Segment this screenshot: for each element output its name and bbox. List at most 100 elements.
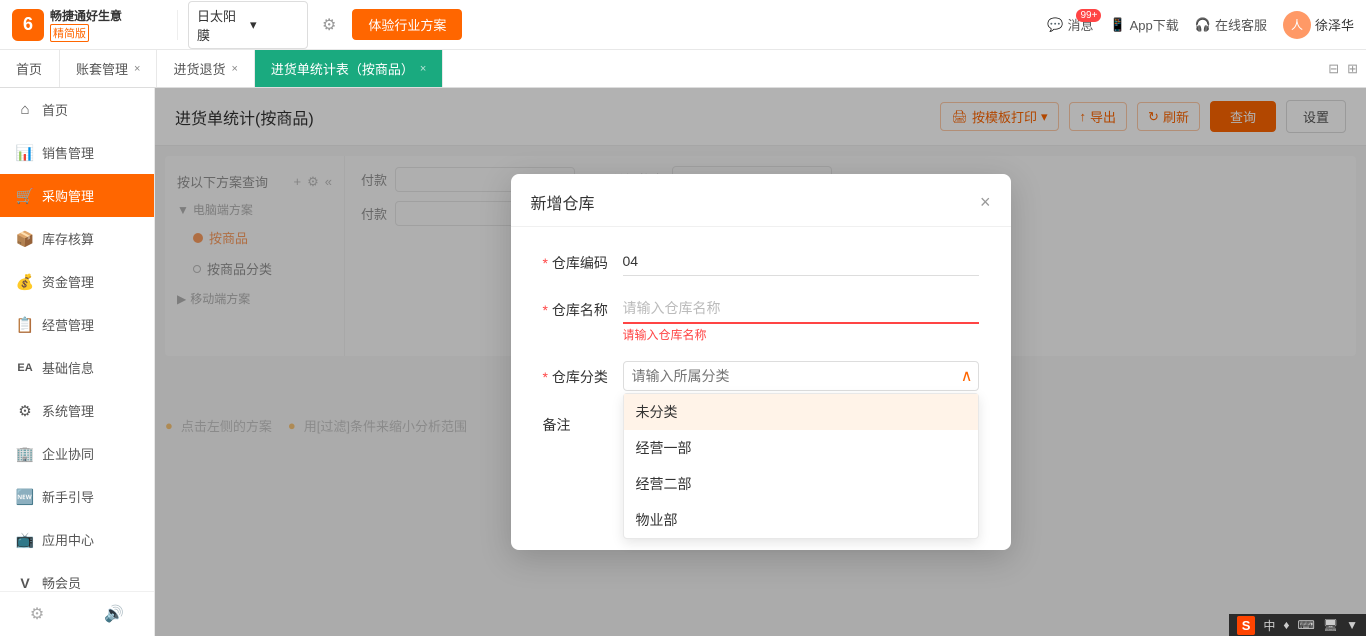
ops-icon: 📋 xyxy=(16,316,34,334)
sidebar-label-system: 系统管理 xyxy=(42,401,94,420)
warehouse-name-label: * 仓库名称 xyxy=(543,294,623,320)
sidebar-label-member: 畅会员 xyxy=(42,573,81,591)
apps-icon: 📺 xyxy=(16,531,34,549)
sidebar-item-basic[interactable]: EA 基础信息 xyxy=(0,346,154,389)
main-layout: ⌂ 首页 📊 销售管理 🛒 采购管理 📦 库存核算 💰 资金管理 📋 经营 xyxy=(0,88,1366,636)
logo-icon: 6 xyxy=(12,9,44,41)
sidebar: ⌂ 首页 📊 销售管理 🛒 采购管理 📦 库存核算 💰 资金管理 📋 经营 xyxy=(0,88,155,636)
notification-area[interactable]: 💬 消息 99+ xyxy=(1047,15,1093,34)
tab-home[interactable]: 首页 xyxy=(0,50,60,87)
category-option-ops2[interactable]: 经营二部 xyxy=(624,466,978,502)
sidebar-item-home[interactable]: ⌂ 首页 xyxy=(0,88,154,131)
purchase-return-tab-label: 进货退货 xyxy=(173,59,225,78)
app-download-label: App下载 xyxy=(1130,15,1179,34)
warehouse-name-input[interactable] xyxy=(623,294,979,324)
guide-icon: 🆕 xyxy=(16,488,34,506)
tabbar: 首页 账套管理 × 进货退货 × 进货单统计表（按商品） × ⊟ ⊞ xyxy=(0,50,1366,88)
category-option-property[interactable]: 物业部 xyxy=(624,502,978,538)
logo-badge: 精简版 xyxy=(50,24,89,42)
tab-accounts[interactable]: 账套管理 × xyxy=(60,50,157,87)
logo-line1: 畅捷通好生意 xyxy=(50,7,122,24)
warehouse-code-input[interactable] xyxy=(623,247,979,276)
headset-icon: 🎧 xyxy=(1195,17,1211,33)
category-toggle-icon[interactable]: ∧ xyxy=(961,366,973,386)
finance-icon: 💰 xyxy=(16,273,34,291)
tab-purchase-return[interactable]: 进货退货 × xyxy=(157,50,254,87)
purchase-stats-tab-close-icon[interactable]: × xyxy=(420,63,426,75)
sidebar-item-guide[interactable]: 🆕 新手引导 xyxy=(0,475,154,518)
content-area: 进货单统计(按商品) 🖨 按模板打印 ▾ ↑ 导出 ↻ 刷新 查询 设置 xyxy=(155,88,1366,636)
home-icon: ⌂ xyxy=(16,101,34,119)
logo-area: 6 畅捷通好生意 精简版 xyxy=(12,7,167,42)
monitor-icon: 🖥 xyxy=(1323,618,1338,632)
warehouse-category-wrap: ∧ 未分类 经营一部 经营二部 物业部 xyxy=(623,361,979,391)
sidebar-item-finance[interactable]: 💰 资金管理 xyxy=(0,260,154,303)
sidebar-item-system[interactable]: ⚙ 系统管理 xyxy=(0,389,154,432)
user-area[interactable]: 人 徐泽华 xyxy=(1283,11,1354,39)
app-download-area[interactable]: 📱 App下载 xyxy=(1109,15,1178,34)
sidebar-label-finance: 资金管理 xyxy=(42,272,94,291)
status-bar: S 中 ♦ ⌨ 🖥 ▼ xyxy=(1229,614,1366,636)
tab-minimize-icon[interactable]: ⊟ xyxy=(1328,61,1339,77)
try-industry-button[interactable]: 体验行业方案 xyxy=(352,9,462,40)
arrow-down-icon: ▼ xyxy=(1346,618,1358,632)
category-option-uncategorized[interactable]: 未分类 xyxy=(624,394,978,430)
member-icon: V xyxy=(16,574,34,592)
sidebar-item-purchase[interactable]: 🛒 采购管理 xyxy=(0,174,154,217)
sidebar-label-corp: 企业协同 xyxy=(42,444,94,463)
accounts-tab-close-icon[interactable]: × xyxy=(134,63,140,75)
sales-icon: 📊 xyxy=(16,144,34,162)
sidebar-sound-icon[interactable]: 🔊 xyxy=(96,600,132,628)
warehouse-name-error: 请输入仓库名称 xyxy=(623,326,979,343)
new-warehouse-dialog: 新增仓库 × * 仓库编码 xyxy=(511,174,1011,550)
tab-expand-icon[interactable]: ⊞ xyxy=(1347,61,1358,77)
sidebar-item-inventory[interactable]: 📦 库存核算 xyxy=(0,217,154,260)
sidebar-bottom: ⚙ 🔊 xyxy=(0,591,154,636)
sidebar-settings-icon[interactable]: ⚙ xyxy=(22,600,52,628)
store-selector[interactable]: 日太阳膜 ▾ xyxy=(188,1,308,49)
accounts-tab-label: 账套管理 xyxy=(76,59,128,78)
username-label: 徐泽华 xyxy=(1315,15,1354,34)
warehouse-code-wrap xyxy=(623,247,979,276)
sidebar-scroll: ⌂ 首页 📊 销售管理 🛒 采购管理 📦 库存核算 💰 资金管理 📋 经营 xyxy=(0,88,154,591)
sidebar-label-sales: 销售管理 xyxy=(42,143,94,162)
warehouse-category-label: * 仓库分类 xyxy=(543,361,623,387)
dialog-close-button[interactable]: × xyxy=(980,193,991,211)
message-icon: 💬 xyxy=(1047,17,1063,33)
sidebar-item-corp[interactable]: 🏢 企业协同 xyxy=(0,432,154,475)
sidebar-label-home: 首页 xyxy=(42,100,68,119)
sidebar-label-ops: 经营管理 xyxy=(42,315,94,334)
s-logo-icon: S xyxy=(1237,616,1256,635)
category-dropdown: 未分类 经营一部 经营二部 物业部 xyxy=(623,393,979,539)
purchase-return-tab-close-icon[interactable]: × xyxy=(231,63,237,75)
store-chevron-icon: ▾ xyxy=(250,17,299,33)
category-option-ops1[interactable]: 经营一部 xyxy=(624,430,978,466)
home-tab-label: 首页 xyxy=(16,59,42,78)
dot-icon: ♦ xyxy=(1283,618,1289,632)
req-star1: * xyxy=(543,255,548,271)
dialog-body: * 仓库编码 * 仓库名称 xyxy=(511,227,1011,482)
avatar: 人 xyxy=(1283,11,1311,39)
sidebar-label-basic: 基础信息 xyxy=(42,358,94,377)
sidebar-label-apps: 应用中心 xyxy=(42,530,94,549)
warehouse-name-wrap: 请输入仓库名称 xyxy=(623,294,979,343)
purchase-icon: 🛒 xyxy=(16,187,34,205)
warehouse-note-label: 备注 xyxy=(543,409,623,435)
sidebar-label-guide: 新手引导 xyxy=(42,487,94,506)
sidebar-item-ops[interactable]: 📋 经营管理 xyxy=(0,303,154,346)
online-service-area[interactable]: 🎧 在线客服 xyxy=(1195,15,1267,34)
sidebar-item-apps[interactable]: 📺 应用中心 xyxy=(0,518,154,561)
dialog-title: 新增仓库 xyxy=(531,190,595,214)
warehouse-category-input[interactable] xyxy=(623,361,979,391)
topbar: 6 畅捷通好生意 精简版 日太阳膜 ▾ ⚙ 体验行业方案 💬 消息 99+ 📱 … xyxy=(0,0,1366,50)
keyboard-icon: ⌨ xyxy=(1298,618,1315,632)
tab-spacer xyxy=(443,50,1320,87)
store-name: 日太阳膜 xyxy=(197,6,246,44)
sidebar-label-purchase: 采购管理 xyxy=(42,186,94,205)
tab-purchase-stats[interactable]: 进货单统计表（按商品） × xyxy=(255,50,443,87)
system-icon: ⚙ xyxy=(16,402,34,420)
settings-icon[interactable]: ⚙ xyxy=(322,15,336,35)
sidebar-item-member[interactable]: V 畅会员 xyxy=(0,561,154,591)
modal-overlay: 新增仓库 × * 仓库编码 xyxy=(155,88,1366,636)
sidebar-item-sales[interactable]: 📊 销售管理 xyxy=(0,131,154,174)
